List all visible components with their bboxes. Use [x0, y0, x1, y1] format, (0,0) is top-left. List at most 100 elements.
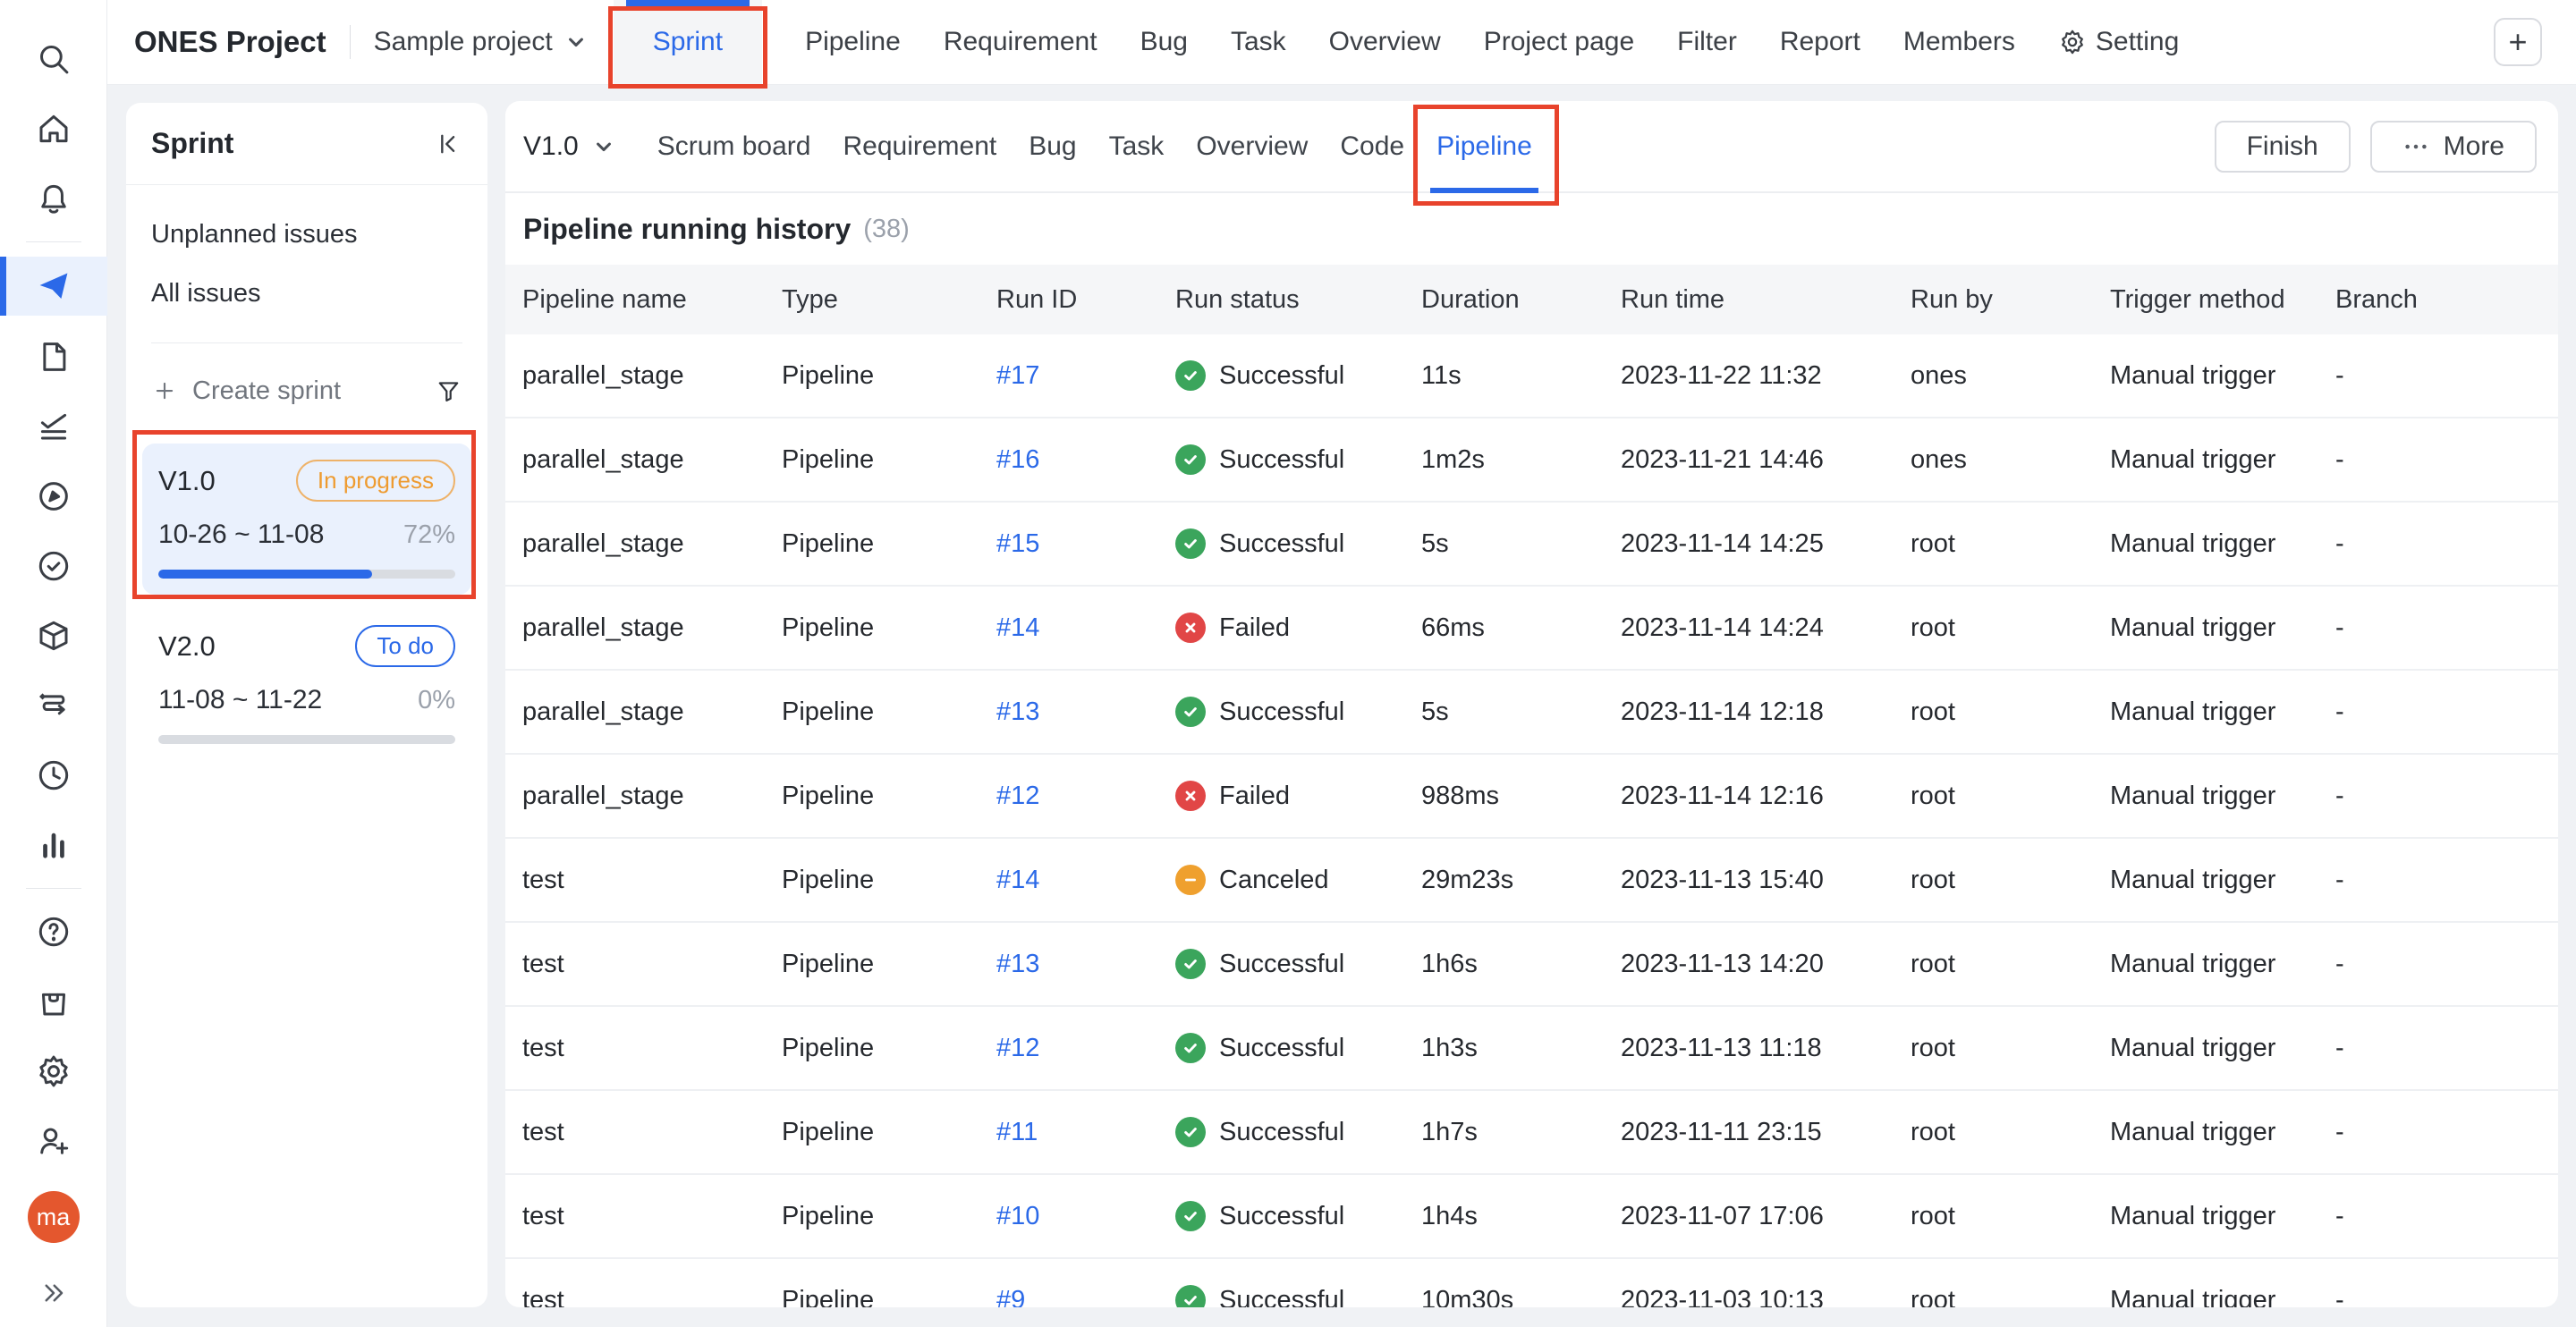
cell-run-by: root [1911, 697, 1955, 726]
top-nav-report[interactable]: Report [1780, 0, 1860, 84]
sprint-panel-link-unplanned-issues[interactable]: Unplanned issues [126, 205, 487, 264]
cell-run-status: Successful [1175, 949, 1421, 979]
cell-pipeline-name: test [522, 1117, 564, 1146]
create-sprint-button[interactable]: Create sprint [151, 376, 435, 406]
plus-icon [151, 377, 178, 404]
rail-settings-icon[interactable] [34, 1052, 73, 1091]
finish-button[interactable]: Finish [2214, 120, 2351, 173]
rail-report-chart-icon[interactable] [34, 825, 73, 865]
sprint-card-v2[interactable]: V2.0 To do 11-08 ~ 11-22 0% [142, 609, 471, 760]
top-nav-requirement[interactable]: Requirement [944, 0, 1097, 84]
sprint-panel-link-all-issues[interactable]: All issues [126, 264, 487, 323]
run-id-link[interactable]: #12 [996, 1034, 1039, 1062]
run-id-link[interactable]: #13 [996, 950, 1039, 978]
user-avatar[interactable]: ma [27, 1191, 80, 1243]
app-title: ONES Project [134, 25, 326, 58]
progress-bar [158, 735, 455, 744]
sprint-progress-percent: 72% [402, 520, 455, 549]
rail-add-member-icon[interactable] [34, 1121, 73, 1161]
run-id-link[interactable]: #13 [996, 697, 1039, 726]
cell-run-by: root [1911, 1033, 1955, 1062]
rail-component-icon[interactable] [34, 616, 73, 655]
run-id-link[interactable]: #17 [996, 361, 1039, 390]
progress-bar [158, 570, 455, 579]
tab-label: Scrum board [657, 131, 811, 161]
cell-run-status: Successful [1175, 1033, 1421, 1063]
run-id-link[interactable]: #14 [996, 613, 1039, 642]
sprint-card-v1[interactable]: V1.0 In progress 10-26 ~ 11-08 72% [132, 430, 476, 599]
top-nav-label: Requirement [943, 27, 1097, 56]
status-success-icon [1175, 1285, 1206, 1307]
cell-branch: - [2335, 1033, 2344, 1062]
cell-trigger-method: Manual trigger [2110, 949, 2276, 978]
rail-sprint-icon[interactable] [0, 257, 107, 316]
divider [151, 342, 462, 343]
sprint-panel: Sprint Unplanned issues All issues Create… [126, 103, 487, 1307]
rail-help-icon[interactable] [34, 912, 73, 951]
table-row: test Pipeline #11 Successful 1h7s 2023-11-11 … [505, 1091, 2558, 1175]
top-nav-bug[interactable]: Bug [1140, 0, 1188, 84]
cell-pipeline-name: test [522, 865, 564, 894]
table-row: parallel_stage Pipeline #14 Failed 66ms 2023-… [505, 587, 2558, 671]
cell-type: Pipeline [782, 444, 875, 474]
tab-requirement[interactable]: Requirement [843, 101, 996, 191]
more-button[interactable]: More [2369, 120, 2537, 173]
tab-bug[interactable]: Bug [1029, 101, 1076, 191]
top-nav-filter[interactable]: Filter [1677, 0, 1737, 84]
tab-code[interactable]: Code [1340, 101, 1404, 191]
rail-notifications-icon[interactable] [34, 179, 73, 218]
rail-hours-icon[interactable] [34, 756, 73, 795]
rail-milestone-icon[interactable] [34, 686, 73, 725]
top-nav-members[interactable]: Members [1903, 0, 2015, 84]
run-id-link[interactable]: #14 [996, 866, 1039, 894]
run-id-link[interactable]: #9 [996, 1286, 1025, 1308]
tab-overview[interactable]: Overview [1196, 101, 1308, 191]
status-label: Failed [1219, 781, 1290, 810]
expand-rail-icon[interactable] [34, 1273, 73, 1313]
cell-pipeline-name: parallel_stage [522, 444, 684, 474]
top-nav-overview[interactable]: Overview [1329, 0, 1441, 84]
gear-icon [2058, 28, 2087, 56]
rail-home-icon[interactable] [34, 109, 73, 148]
project-selector[interactable]: Sample project [374, 27, 589, 57]
run-id-link[interactable]: #16 [996, 445, 1039, 474]
top-nav-task[interactable]: Task [1231, 0, 1286, 84]
tab-pipeline[interactable]: Pipeline [1413, 101, 1559, 206]
cell-run-id: #12 [996, 782, 1175, 811]
cell-run-status: Successful [1175, 444, 1421, 475]
sprint-version-selector[interactable]: V1.0 [523, 101, 616, 191]
rail-document-icon[interactable] [34, 337, 73, 376]
add-button[interactable]: + [2494, 18, 2542, 66]
rail-backlog-icon[interactable] [34, 407, 73, 446]
top-nav-setting[interactable]: Setting [2058, 0, 2179, 84]
cell-run-time: 2023-11-21 14:46 [1621, 444, 1824, 474]
rail-search-icon[interactable] [34, 39, 73, 79]
collapse-panel-icon[interactable] [432, 129, 462, 159]
cell-run-time: 2023-11-14 14:25 [1621, 528, 1824, 558]
cell-branch: - [2335, 1201, 2344, 1230]
run-id-link[interactable]: #10 [996, 1202, 1039, 1230]
project-selector-label: Sample project [373, 27, 553, 56]
cell-run-id: #14 [996, 613, 1175, 643]
status-badge: In progress [295, 460, 455, 502]
table-row: test Pipeline #10 Successful 1h4s 2023-11-07 … [505, 1175, 2558, 1259]
run-id-link[interactable]: #12 [996, 782, 1039, 810]
run-id-link[interactable]: #11 [996, 1118, 1038, 1146]
top-nav-pipeline[interactable]: Pipeline [805, 0, 901, 84]
run-id-link[interactable]: #15 [996, 529, 1039, 558]
cell-type: Pipeline [782, 613, 875, 642]
tab-label: Code [1340, 131, 1405, 161]
tab-scrum-board[interactable]: Scrum board [657, 101, 811, 191]
rail-release-icon[interactable] [34, 546, 73, 586]
tab-task[interactable]: Task [1109, 101, 1165, 191]
top-nav-project-page[interactable]: Project page [1484, 0, 1634, 84]
column-header-pipeline-name: Pipeline name [522, 284, 687, 314]
status-label: Successful [1219, 1033, 1345, 1062]
cell-run-id: #9 [996, 1286, 1175, 1308]
rail-app-store-icon[interactable] [34, 982, 73, 1021]
rail-goal-icon[interactable] [34, 477, 73, 516]
top-nav-sprint[interactable]: Sprint [607, 0, 768, 89]
cell-run-status: Failed [1175, 781, 1421, 811]
filter-icon[interactable] [435, 377, 462, 405]
cell-duration: 29m23s [1421, 865, 1514, 894]
